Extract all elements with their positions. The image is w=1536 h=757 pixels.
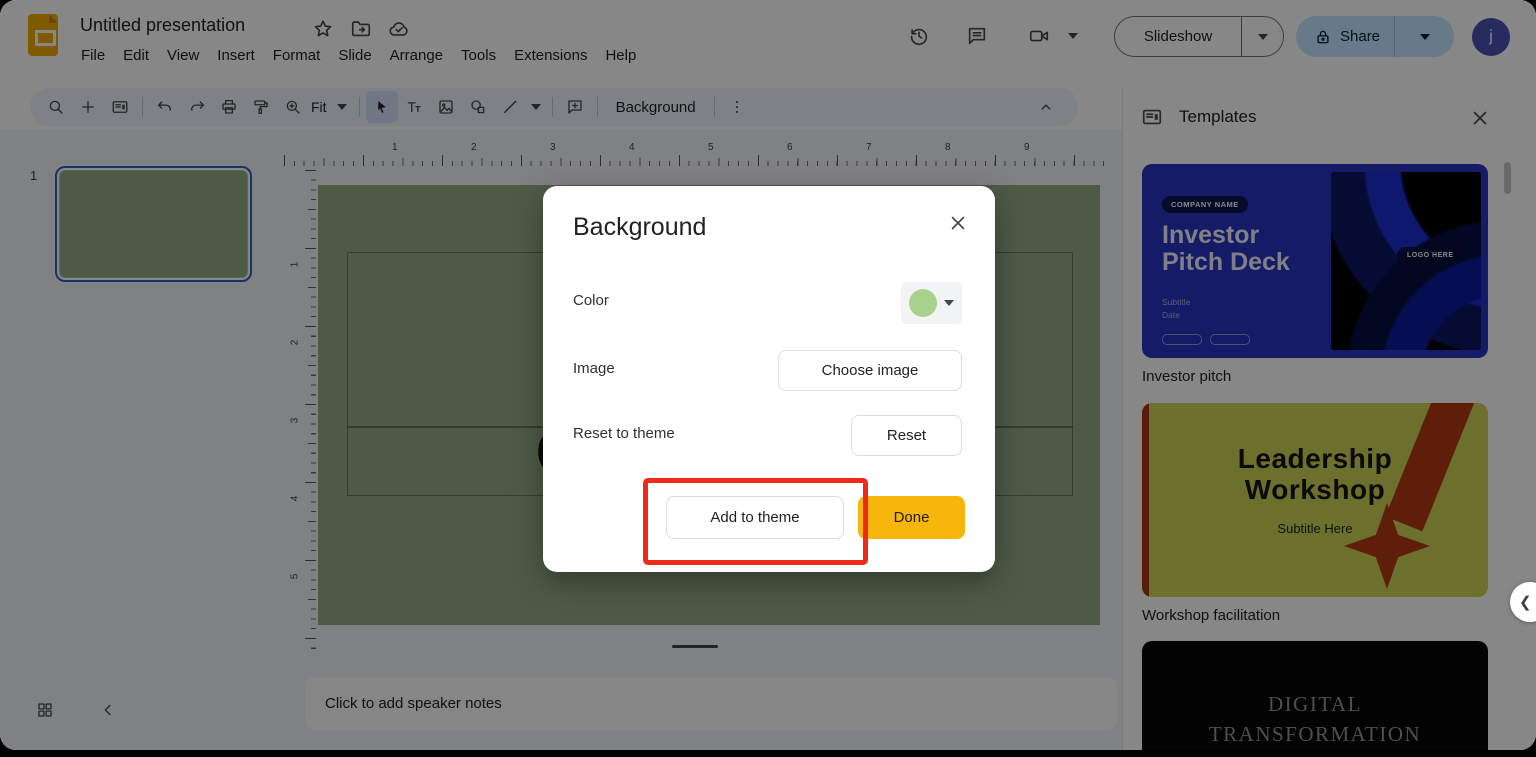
- reset-to-theme-label: Reset to theme: [573, 425, 675, 442]
- close-dialog-icon[interactable]: [947, 212, 969, 234]
- chevron-left-icon: ❮: [1519, 594, 1532, 611]
- current-color-swatch: [909, 289, 937, 317]
- highlight-annotation-rectangle: [643, 478, 868, 565]
- image-label: Image: [573, 360, 615, 377]
- slides-app-window: Untitled presentation File Edit View Ins…: [0, 0, 1536, 750]
- color-label: Color: [573, 292, 609, 309]
- reset-button[interactable]: Reset: [851, 415, 962, 456]
- color-dropdown-caret: [944, 300, 954, 306]
- dialog-title: Background: [573, 213, 707, 241]
- background-color-picker[interactable]: [901, 282, 962, 324]
- choose-image-button[interactable]: Choose image: [778, 350, 962, 391]
- done-button[interactable]: Done: [858, 496, 965, 539]
